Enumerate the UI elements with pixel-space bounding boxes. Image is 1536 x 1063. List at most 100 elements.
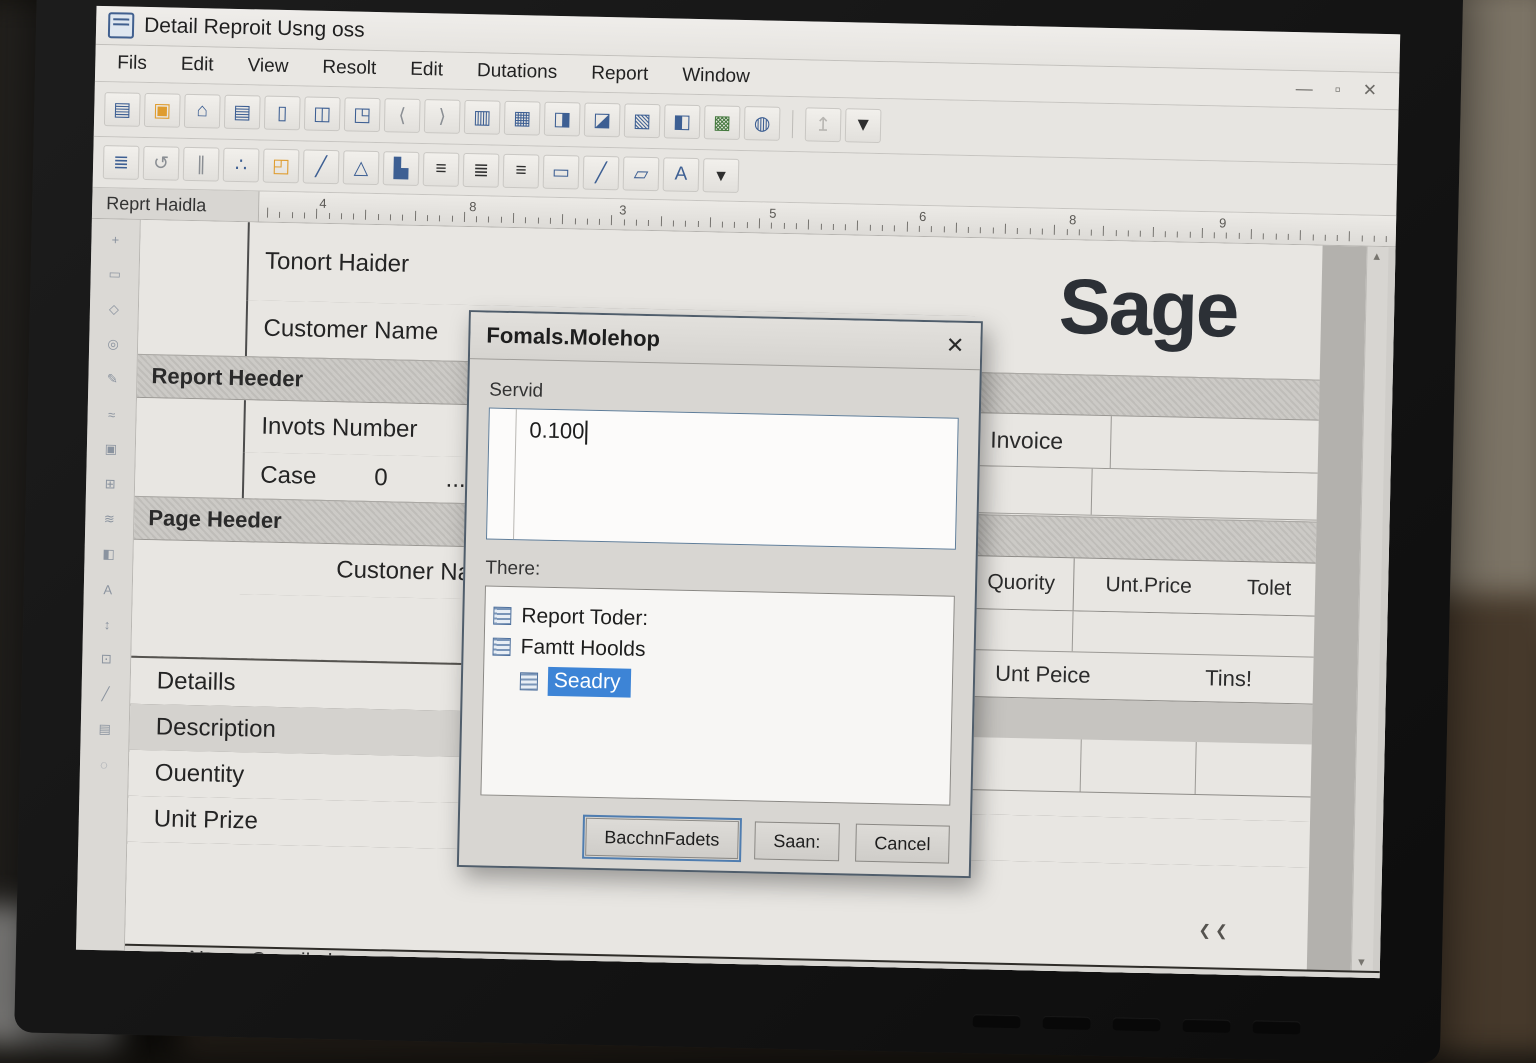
dialog-close-icon[interactable]: ✕ [946,332,965,358]
menu-item-dutations[interactable]: Dutations [477,60,558,84]
copy-icon[interactable]: ◨ [543,101,581,137]
export-icon[interactable]: ◳ [343,97,381,133]
toolbox-tool-icon[interactable]: ↕ [97,614,117,634]
pointer-faded-icon: ↥ [814,114,832,136]
print-icon[interactable]: ◫ [303,96,341,132]
invoice-empty-row [970,466,1318,521]
ruler-tick [1287,233,1289,240]
sort-icon[interactable]: ∥ [182,146,220,182]
column-total[interactable]: Tolet [1223,576,1316,602]
toolbox-tool-icon[interactable]: ▤ [95,719,115,739]
filter-icon[interactable]: ◍ [743,106,781,141]
undo-icon[interactable]: ↺ [142,145,180,181]
ruler-tick [279,211,281,218]
ruler-tick [1373,235,1375,242]
toolbox-tool-icon[interactable]: ▭ [104,264,124,284]
tree-item[interactable]: Seadry [519,666,945,704]
shape-tool-icon[interactable]: △ [342,150,380,186]
tree-item[interactable]: Famtt Hoolds [492,635,944,669]
toolbox-tool-icon[interactable]: ◧ [98,544,118,564]
tree-item[interactable]: Report Toder: [493,604,945,638]
cancel-button[interactable]: Cancel [855,823,950,864]
toolbox-tool-icon[interactable]: ◎ [103,334,123,354]
menu-item-edit[interactable]: Edit [181,54,214,77]
font-dropdown-icon[interactable]: ▾ [702,158,740,193]
total-label[interactable]: Tins! [1205,665,1252,692]
ruler-tick [1115,230,1117,237]
close-icon[interactable]: ✕ [1363,81,1378,101]
open-report-icon[interactable]: ▣ [143,92,181,128]
font-icon[interactable]: A [662,157,700,193]
band-node-icon [492,637,511,657]
total-unit-price[interactable]: Unt Peice [967,660,1146,690]
insert-section-icon[interactable]: ◧ [663,104,701,140]
ruler-tick [266,207,269,218]
band-label[interactable]: Reprt Haidla [91,187,260,222]
forward-icon[interactable]: ⟩ [423,99,461,134]
toolbox-tool-icon[interactable]: ⊡ [96,649,116,669]
ruler-tick [943,226,945,233]
print-preview-icon[interactable]: ▯ [263,95,301,131]
menu-item-window[interactable]: Window [682,65,750,88]
toolbox-tool-icon[interactable]: ✎ [102,369,122,389]
menu-item-fils[interactable]: Fils [117,52,147,75]
ruler-tick [635,219,638,226]
toolbox-tool-icon[interactable]: A [98,579,118,599]
menu-item-report[interactable]: Report [591,63,648,86]
textbox-icon[interactable]: ▭ [542,154,580,190]
column-quantity[interactable]: Quority [968,556,1075,611]
scroll-up-icon[interactable]: ▲ [1371,251,1382,263]
insert-field-icon[interactable]: ▧ [623,103,661,139]
align-justify-icon[interactable]: ≣ [462,152,500,188]
fields-button[interactable]: BacchnFadets [581,814,742,863]
align-left-icon[interactable]: ≡ [422,152,460,187]
new-report-icon[interactable]: ▤ [103,92,141,127]
restore-icon[interactable]: ▫ [1335,80,1341,100]
invoice-totals-row: Unt Peice Tins! [966,649,1314,705]
save-report-icon[interactable]: ⌂ [183,93,221,129]
where-list-label: There: [485,557,541,580]
toolbox-tool-icon[interactable]: ≋ [99,509,119,529]
menu-item-resolt[interactable]: Resolt [322,57,376,80]
toolbox-tool-icon[interactable]: ◌ [94,754,114,774]
draw-line-icon[interactable]: ╱ [582,155,620,191]
toolbar-overflow-icon[interactable]: ▼ [844,108,882,144]
toolbox-tool-icon[interactable]: ⊞ [100,474,120,494]
sections-tree-list[interactable]: Report Toder: Famtt Hoolds Seadry [480,585,955,806]
chart-icon[interactable]: ▙ [382,151,420,186]
line-tool-icon[interactable]: ╱ [302,149,340,185]
back-icon[interactable]: ⟨ [383,98,421,133]
toolbox-tool-icon[interactable]: ≈ [101,404,121,424]
hscroll-arrows-icon[interactable]: ❮❮ [1198,921,1232,940]
ruler-tick [906,221,908,232]
report-wizard-icon[interactable]: ▥ [463,99,501,135]
ruler-number: 8 [1068,212,1077,228]
invoice-cell[interactable]: Invoice [971,413,1112,469]
ruler-tick [721,221,724,228]
toolbox-tool-icon[interactable]: + [105,229,125,249]
band-gap [973,370,1320,420]
formula-text-input[interactable]: 0.100 [485,407,959,550]
align-right-icon[interactable]: ≡ [502,153,540,189]
column-unit-price[interactable]: Unt.Price [1074,572,1223,599]
minimize-icon[interactable]: — [1296,79,1313,99]
sort-icon: ∥ [196,153,207,175]
scroll-down-icon[interactable]: ▼ [1356,957,1367,969]
insert-image-icon[interactable]: ▩ [703,105,741,140]
table-icon[interactable]: ▦ [503,100,541,136]
paste-icon[interactable]: ◪ [583,102,621,138]
pointer-faded-icon[interactable]: ↥ [804,107,842,143]
insert-page-icon[interactable]: ▱ [622,156,660,192]
toolbox-tool-icon[interactable]: ╱ [95,684,115,704]
group-icon[interactable]: ∴ [222,147,260,183]
menu-item-edit[interactable]: Edit [410,59,443,82]
toolbox-tool-icon[interactable]: ▣ [101,439,121,459]
fill-color-icon[interactable]: ◰ [262,148,300,184]
page-setup-icon[interactable]: ▤ [223,94,261,130]
ruler-tick [1103,225,1105,236]
ok-button[interactable]: Saan: [753,821,840,862]
menu-item-view[interactable]: View [247,55,288,78]
toolbox-tool-icon[interactable]: ◇ [104,299,124,319]
ruler-tick [1275,233,1277,240]
properties-icon[interactable]: ≣ [102,145,140,180]
